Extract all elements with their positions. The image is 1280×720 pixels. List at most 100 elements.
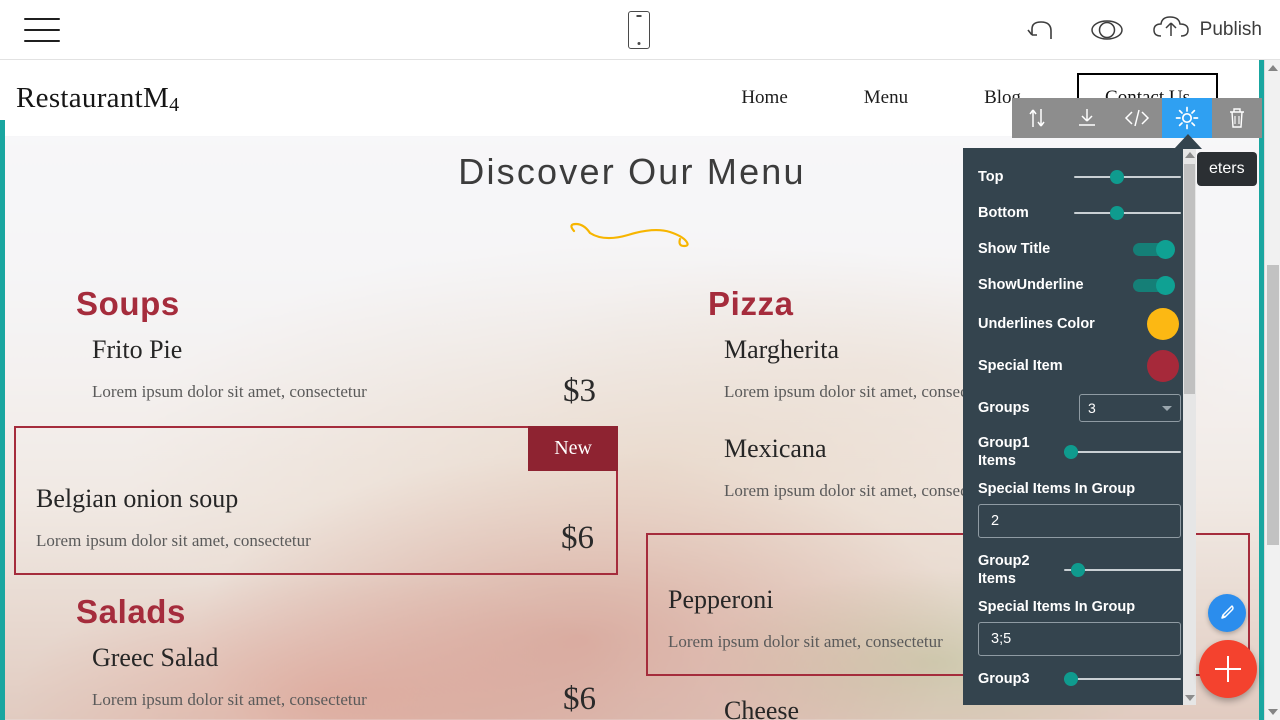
- brand-text: RestaurantM: [16, 81, 170, 114]
- panel-scroll-up-icon[interactable]: [1184, 152, 1195, 158]
- status-badge-new: New: [528, 426, 618, 471]
- undo-icon[interactable]: [1023, 10, 1063, 50]
- trash-icon[interactable]: [1212, 98, 1262, 138]
- setting-label-special-items-in-group-2: Special Items In Group: [978, 599, 1136, 616]
- bottom-slider[interactable]: [1074, 206, 1181, 220]
- settings-panel: Top Bottom Show Title ShowUnderline Unde…: [963, 148, 1196, 705]
- page-edge-indicator-left: [0, 120, 5, 720]
- publish-button[interactable]: Publish: [1151, 13, 1262, 48]
- slider-thumb[interactable]: [1110, 170, 1125, 184]
- group1-items-slider[interactable]: [1064, 445, 1181, 459]
- slider-track: [1074, 176, 1181, 178]
- group3-items-slider[interactable]: [1064, 672, 1181, 687]
- scroll-down-arrow-icon[interactable]: [1267, 709, 1278, 715]
- setting-label-special-items-in-group-1: Special Items In Group: [978, 481, 1136, 497]
- mobile-device-icon[interactable]: [628, 11, 650, 49]
- publish-label: Publish: [1199, 19, 1262, 40]
- slider-thumb[interactable]: [1110, 206, 1125, 220]
- slider-track: [1064, 451, 1181, 453]
- show-title-toggle[interactable]: [1133, 240, 1175, 259]
- slider-thumb[interactable]: [1064, 445, 1078, 459]
- hamburger-line: [24, 29, 60, 31]
- setting-label-group3-items: Group3: [978, 671, 1030, 688]
- setting-label-top: Top: [978, 168, 1004, 185]
- settings-panel-caret: [1174, 134, 1202, 149]
- setting-group-special-items-1: Special Items In Group 2: [978, 480, 1181, 539]
- settings-panel-scrollbar[interactable]: [1183, 148, 1196, 705]
- site-brand-logo[interactable]: RestaurantM4: [16, 81, 180, 116]
- groups-select[interactable]: 3: [1079, 394, 1181, 422]
- menu-item[interactable]: Belgian onion soup Lorem ipsum dolor sit…: [16, 480, 616, 556]
- toolbar-tooltip: eters: [1197, 152, 1257, 186]
- setting-label-bottom: Bottom: [978, 204, 1029, 221]
- setting-group-special-items-2: Special Items In Group 3;5: [978, 598, 1181, 657]
- nav-item-menu[interactable]: Menu: [826, 87, 946, 109]
- menu-item[interactable]: Greec Salad Lorem ipsum dolor sit amet, …: [14, 639, 618, 720]
- scroll-up-arrow-icon[interactable]: [1267, 65, 1278, 71]
- setting-row-group1-items: Group1 Items: [978, 430, 1181, 474]
- setting-label-underlines-color: Underlines Color: [978, 315, 1095, 332]
- menu-item-name: Belgian onion soup: [36, 484, 239, 513]
- setting-row-groups: Groups 3: [978, 388, 1181, 428]
- menu-item-price: $3: [563, 373, 596, 409]
- menu-group-title-soups: Soups: [76, 285, 180, 322]
- menu-column-left: Soups Frito Pie Lorem ipsum dolor sit am…: [0, 285, 632, 720]
- slider-thumb[interactable]: [1071, 563, 1086, 578]
- menu-item-price: $6: [563, 681, 596, 717]
- gear-icon[interactable]: [1162, 98, 1212, 138]
- add-block-button[interactable]: [1199, 640, 1257, 698]
- setting-label-groups: Groups: [978, 399, 1030, 416]
- special-item-color-swatch[interactable]: [1147, 350, 1179, 382]
- slider-track: [1064, 678, 1181, 681]
- setting-row-underlines-color: Underlines Color: [978, 304, 1181, 344]
- scrollbar-thumb[interactable]: [1267, 265, 1279, 545]
- menu-item-special-card[interactable]: New Belgian onion soup Lorem ipsum dolor…: [14, 426, 618, 575]
- setting-label-group2-items: Group2 Items: [978, 553, 1030, 588]
- setting-row-group2-items: Group2 Items: [978, 548, 1181, 592]
- group2-items-slider[interactable]: [1064, 563, 1181, 578]
- slider-track: [1074, 212, 1181, 214]
- setting-row-show-underline: ShowUnderline: [978, 268, 1181, 302]
- setting-row-bottom: Bottom: [978, 196, 1181, 230]
- toggle-knob: [1156, 240, 1175, 259]
- setting-row-top: Top: [978, 160, 1181, 194]
- paintbrush-icon[interactable]: [1208, 594, 1246, 632]
- top-slider[interactable]: [1074, 170, 1181, 184]
- toggle-knob: [1156, 276, 1175, 295]
- menu-item-price: $6: [561, 520, 594, 556]
- hamburger-line: [24, 18, 60, 20]
- move-updown-icon[interactable]: [1012, 98, 1062, 138]
- nav-item-home[interactable]: Home: [703, 87, 825, 109]
- eye-preview-icon[interactable]: [1087, 10, 1127, 50]
- setting-label-show-title: Show Title: [978, 240, 1051, 257]
- menu-group-title-salads: Salads: [76, 593, 186, 630]
- cloud-upload-icon: [1151, 13, 1191, 48]
- show-underline-toggle[interactable]: [1133, 276, 1175, 295]
- setting-row-special-item: Special Item: [978, 346, 1181, 386]
- groups-select-value: 3: [1088, 400, 1096, 416]
- page-scrollbar[interactable]: [1264, 60, 1280, 720]
- download-icon[interactable]: [1062, 98, 1112, 138]
- setting-row-show-title: Show Title: [978, 232, 1181, 266]
- special-items-in-group-input-2[interactable]: 3;5: [978, 622, 1181, 657]
- setting-label-group1-items: Group1 Items: [978, 434, 1030, 469]
- panel-scroll-down-icon[interactable]: [1184, 695, 1195, 701]
- hamburger-line: [24, 40, 60, 42]
- panel-scrollbar-thumb[interactable]: [1184, 164, 1195, 394]
- menu-item-description: Lorem ipsum dolor sit amet, consectetur: [92, 382, 367, 401]
- special-items-in-group-input-1[interactable]: 2: [978, 504, 1181, 539]
- menu-item[interactable]: Frito Pie Lorem ipsum dolor sit amet, co…: [14, 331, 618, 412]
- page-edge-indicator-right: [1259, 60, 1264, 720]
- slider-thumb[interactable]: [1064, 672, 1078, 687]
- chevron-down-icon: [1162, 406, 1172, 411]
- plus-icon: [1227, 656, 1229, 682]
- setting-label-special-item: Special Item: [978, 357, 1063, 374]
- menu-item-name: Greec Salad: [92, 643, 219, 672]
- menu-item-name: Frito Pie: [92, 335, 183, 364]
- brand-subscript: 4: [169, 93, 180, 116]
- hamburger-menu-icon[interactable]: [24, 14, 60, 46]
- code-brackets-icon[interactable]: [1112, 98, 1162, 138]
- setting-row-group3-items: Group3: [978, 666, 1181, 692]
- underlines-color-swatch[interactable]: [1147, 308, 1179, 340]
- settings-panel-content: Top Bottom Show Title ShowUnderline Unde…: [963, 148, 1196, 692]
